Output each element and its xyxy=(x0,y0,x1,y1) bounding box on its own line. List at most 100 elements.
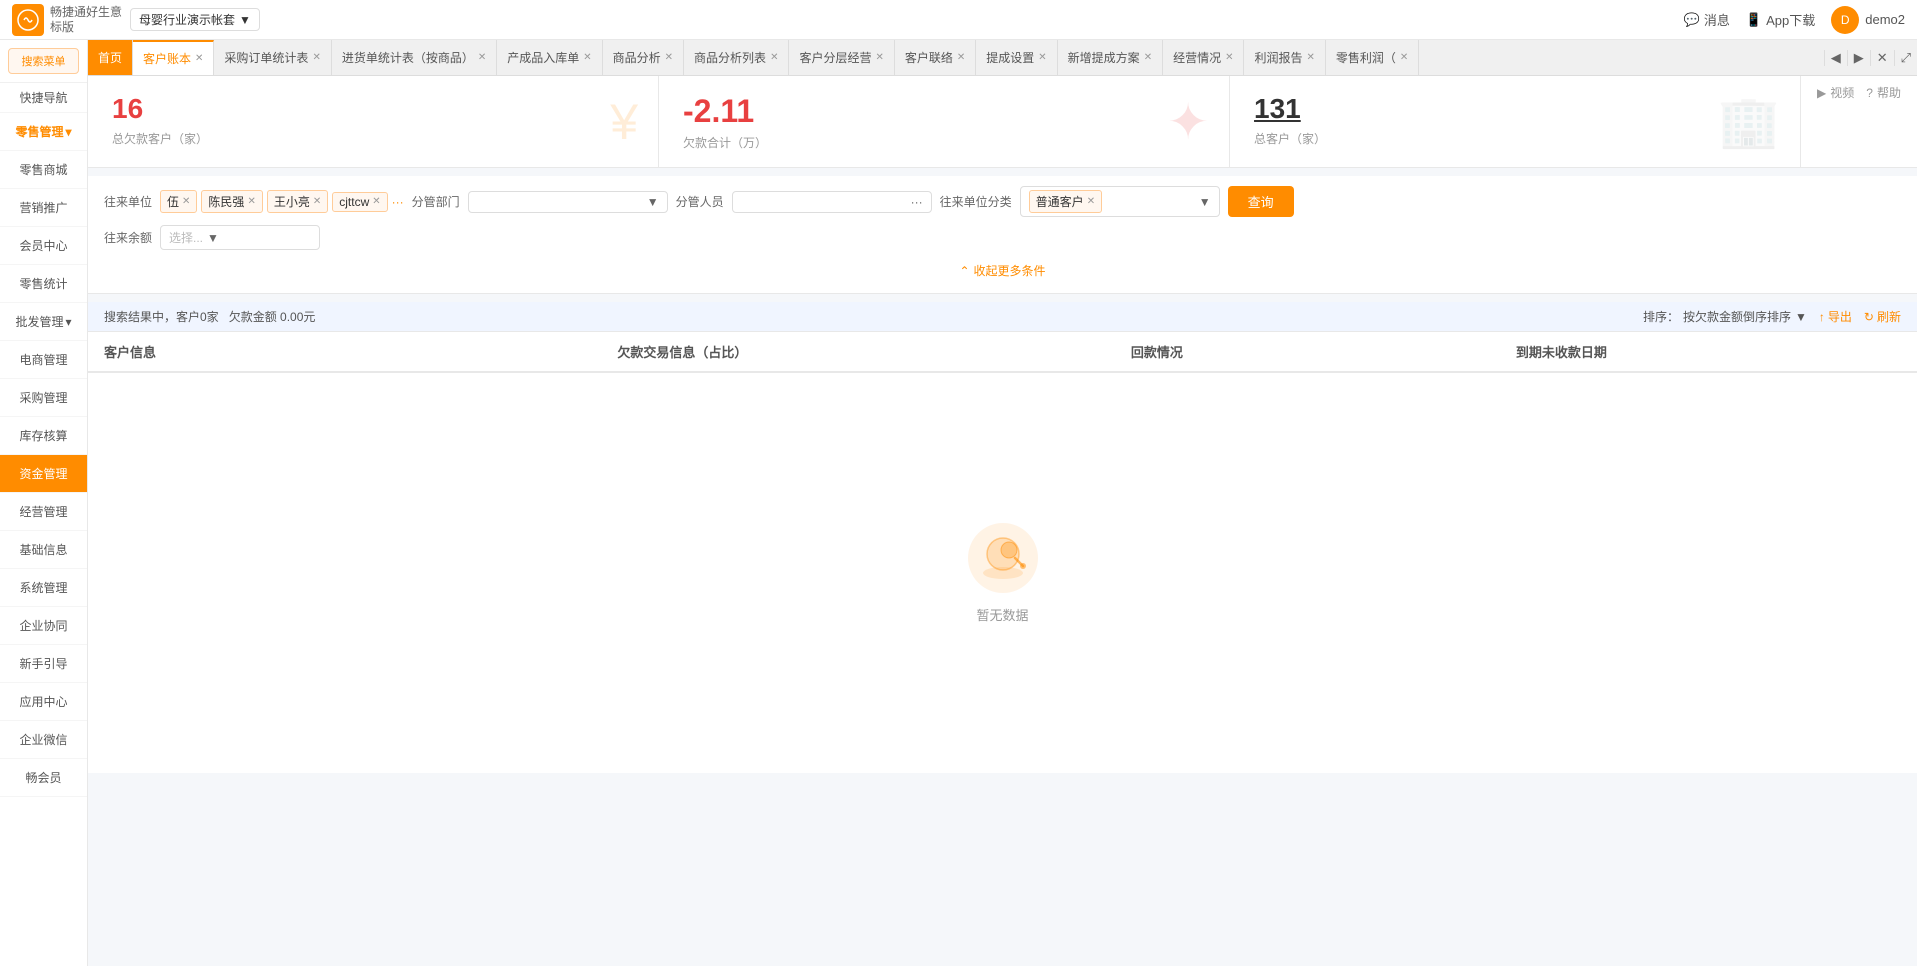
sidebar-item-purchase[interactable]: 采购管理 xyxy=(0,379,87,417)
collapse-btn[interactable]: ⌃ 收起更多条件 xyxy=(959,262,1045,279)
tab-profit-report[interactable]: 利润报告 ✕ xyxy=(1244,40,1325,75)
sidebar-item-batch-mgmt[interactable]: 批发管理▾ xyxy=(0,303,87,341)
tab-close-purchase-order[interactable]: ✕ xyxy=(312,52,320,63)
sidebar-item-app-center[interactable]: 应用中心 xyxy=(0,683,87,721)
tag-chen-close[interactable]: ✕ xyxy=(247,196,255,207)
tab-close-promotion-settings[interactable]: ✕ xyxy=(1038,52,1046,63)
stat3-value: 131 xyxy=(1254,92,1301,126)
sidebar-item-enterprise-wechat[interactable]: 企业微信 xyxy=(0,721,87,759)
tab-close-product-analysis-list[interactable]: ✕ xyxy=(770,52,778,63)
export-icon: ↑ xyxy=(1819,310,1825,324)
tag-wu-close[interactable]: ✕ xyxy=(182,196,190,207)
sidebar-item-enterprise-coop[interactable]: 企业协同 xyxy=(0,607,87,645)
tab-product-analysis[interactable]: 商品分析 ✕ xyxy=(603,40,684,75)
sidebar-item-ops-mgmt[interactable]: 经营管理 xyxy=(0,493,87,531)
no-data-icon xyxy=(968,523,1038,593)
user-area[interactable]: D demo2 xyxy=(1831,6,1905,34)
tab-nav-maximize[interactable]: ⤢ xyxy=(1894,50,1917,66)
sidebar-item-premium-member[interactable]: 畅会员 xyxy=(0,759,87,797)
sort-label: 排序： xyxy=(1643,308,1679,325)
tab-customer-segment[interactable]: 客户分层经营 ✕ xyxy=(789,40,894,75)
tab-promotion-settings[interactable]: 提成设置 ✕ xyxy=(976,40,1057,75)
tab-close-customer-cost[interactable]: ✕ xyxy=(195,53,203,64)
tab-close-customer-contact[interactable]: ✕ xyxy=(957,52,965,63)
balance-select[interactable]: 选择... ▼ xyxy=(160,225,320,250)
video-btn[interactable]: ▶ 视频 xyxy=(1817,84,1854,101)
tab-nav-prev[interactable]: ◀ xyxy=(1824,50,1847,66)
tab-nav-close-all[interactable]: ✕ xyxy=(1870,50,1894,66)
person-select[interactable]: ··· xyxy=(732,191,932,213)
help-btn[interactable]: ? 帮助 xyxy=(1866,84,1901,101)
tab-close-new-promotion[interactable]: ✕ xyxy=(1144,52,1152,63)
sidebar-item-fund-mgmt[interactable]: 资金管理 xyxy=(0,455,87,493)
tab-close-profit-report[interactable]: ✕ xyxy=(1307,52,1315,63)
tag-wu-label: 伍 xyxy=(167,193,179,210)
account-selector[interactable]: 母婴行业演示帐套 ▼ xyxy=(130,8,260,31)
tag-cjttcw-close[interactable]: ✕ xyxy=(372,196,380,207)
category-tag-close[interactable]: ✕ xyxy=(1087,196,1095,207)
result-bar-right: 排序： 按欠款金额倒序排序 ▼ ↑ 导出 ↻ 刷新 xyxy=(1643,308,1901,325)
filter-row-2: 往来余额 选择... ▼ xyxy=(104,225,1901,250)
avatar: D xyxy=(1831,6,1859,34)
tab-retail-profit[interactable]: 零售利润（ ✕ xyxy=(1326,40,1419,75)
tab-close-business-status[interactable]: ✕ xyxy=(1225,52,1233,63)
filter-tag-wu: 伍 ✕ xyxy=(160,190,197,213)
tab-close-product-inbound[interactable]: ✕ xyxy=(583,52,591,63)
tab-close-incoming-stats[interactable]: ✕ xyxy=(478,52,486,63)
export-btn[interactable]: ↑ 导出 xyxy=(1819,308,1852,325)
filter-tag-more[interactable]: ··· xyxy=(392,195,404,209)
tab-close-customer-segment[interactable]: ✕ xyxy=(875,52,883,63)
stat3-label: 总客户（家） xyxy=(1254,130,1326,147)
app-download-btn[interactable]: 📱 App下载 xyxy=(1746,10,1815,29)
col-customer-info: 客户信息 xyxy=(104,342,617,361)
refresh-btn[interactable]: ↻ 刷新 xyxy=(1864,308,1901,325)
tab-product-analysis-list[interactable]: 商品分析列表 ✕ xyxy=(684,40,789,75)
tab-close-product-analysis[interactable]: ✕ xyxy=(665,52,673,63)
tab-purchase-order[interactable]: 采购订单统计表 ✕ xyxy=(214,40,331,75)
col-owed-info: 欠款交易信息（占比） xyxy=(617,342,1130,361)
tab-close-retail-profit[interactable]: ✕ xyxy=(1400,52,1408,63)
search-menu-btn[interactable]: 搜索菜单 xyxy=(8,48,79,74)
balance-dropdown-icon: ▼ xyxy=(207,231,219,245)
category-select[interactable]: 普通客户 ✕ ▼ xyxy=(1020,186,1220,217)
sidebar-search: 搜索菜单 xyxy=(0,40,87,83)
dept-select[interactable]: ▼ xyxy=(468,191,668,213)
sidebar-item-basic-info[interactable]: 基础信息 xyxy=(0,531,87,569)
sidebar-item-retail-mgmt[interactable]: 零售管理▾ xyxy=(0,113,87,151)
tab-customer-cost[interactable]: 客户账本 ✕ xyxy=(133,40,214,75)
query-button[interactable]: 查询 xyxy=(1228,186,1294,217)
message-btn[interactable]: 💬 消息 xyxy=(1684,10,1730,29)
sidebar-item-system[interactable]: 系统管理 xyxy=(0,569,87,607)
main-layout: 搜索菜单 快捷导航 零售管理▾ 零售商城 营销推广 会员中心 零售统计 批发管理… xyxy=(0,40,1917,966)
sidebar-item-retail-stats[interactable]: 零售统计 xyxy=(0,265,87,303)
tab-nav-next[interactable]: ▶ xyxy=(1847,50,1870,66)
result-text: 搜索结果中，客户0家 欠款金额 0.00元 xyxy=(104,308,315,325)
stat-help-area: ▶ 视频 ? 帮助 xyxy=(1801,76,1917,167)
sidebar-item-marketing[interactable]: 营销推广 xyxy=(0,189,87,227)
sidebar-item-new-guide[interactable]: 新手引导 xyxy=(0,645,87,683)
sidebar-item-member-center[interactable]: 会员中心 xyxy=(0,227,87,265)
category-dropdown-icon: ▼ xyxy=(1199,195,1211,209)
col-overdue-date: 到期未收款日期 xyxy=(1516,342,1901,361)
tab-product-inbound[interactable]: 产成品入库单 ✕ xyxy=(497,40,602,75)
tab-home[interactable]: 首页 xyxy=(88,40,133,75)
tab-new-promotion[interactable]: 新增提成方案 ✕ xyxy=(1058,40,1163,75)
filter-area: 往来单位 伍 ✕ 陈民强 ✕ 王小亮 ✕ xyxy=(88,176,1917,294)
tab-incoming-stats[interactable]: 进货单统计表（按商品） ✕ xyxy=(332,40,497,75)
sidebar-item-ecommerce[interactable]: 电商管理 xyxy=(0,341,87,379)
top-bar: 畅捷通好生意 标版 母婴行业演示帐套 ▼ 💬 消息 📱 App下载 D demo… xyxy=(0,0,1917,40)
tab-business-status[interactable]: 经营情况 ✕ xyxy=(1163,40,1244,75)
unit-filter-label: 往来单位 xyxy=(104,193,152,210)
dept-filter-label: 分管部门 xyxy=(412,193,460,210)
sidebar-item-retail-mall[interactable]: 零售商城 xyxy=(0,151,87,189)
tab-customer-contact[interactable]: 客户联络 ✕ xyxy=(895,40,976,75)
tag-wang-close[interactable]: ✕ xyxy=(313,196,321,207)
collapse-up-icon: ⌃ xyxy=(959,264,969,278)
sort-select[interactable]: 排序： 按欠款金额倒序排序 ▼ xyxy=(1643,308,1807,325)
dept-dropdown-icon: ▼ xyxy=(647,195,659,209)
balance-placeholder: 选择... xyxy=(169,229,203,246)
sidebar-item-inventory[interactable]: 库存核算 xyxy=(0,417,87,455)
top-bar-right: 💬 消息 📱 App下载 D demo2 xyxy=(1684,6,1905,34)
filter-tag-chen: 陈民强 ✕ xyxy=(201,190,262,213)
quick-nav-btn[interactable]: 快捷导航 xyxy=(0,83,87,113)
